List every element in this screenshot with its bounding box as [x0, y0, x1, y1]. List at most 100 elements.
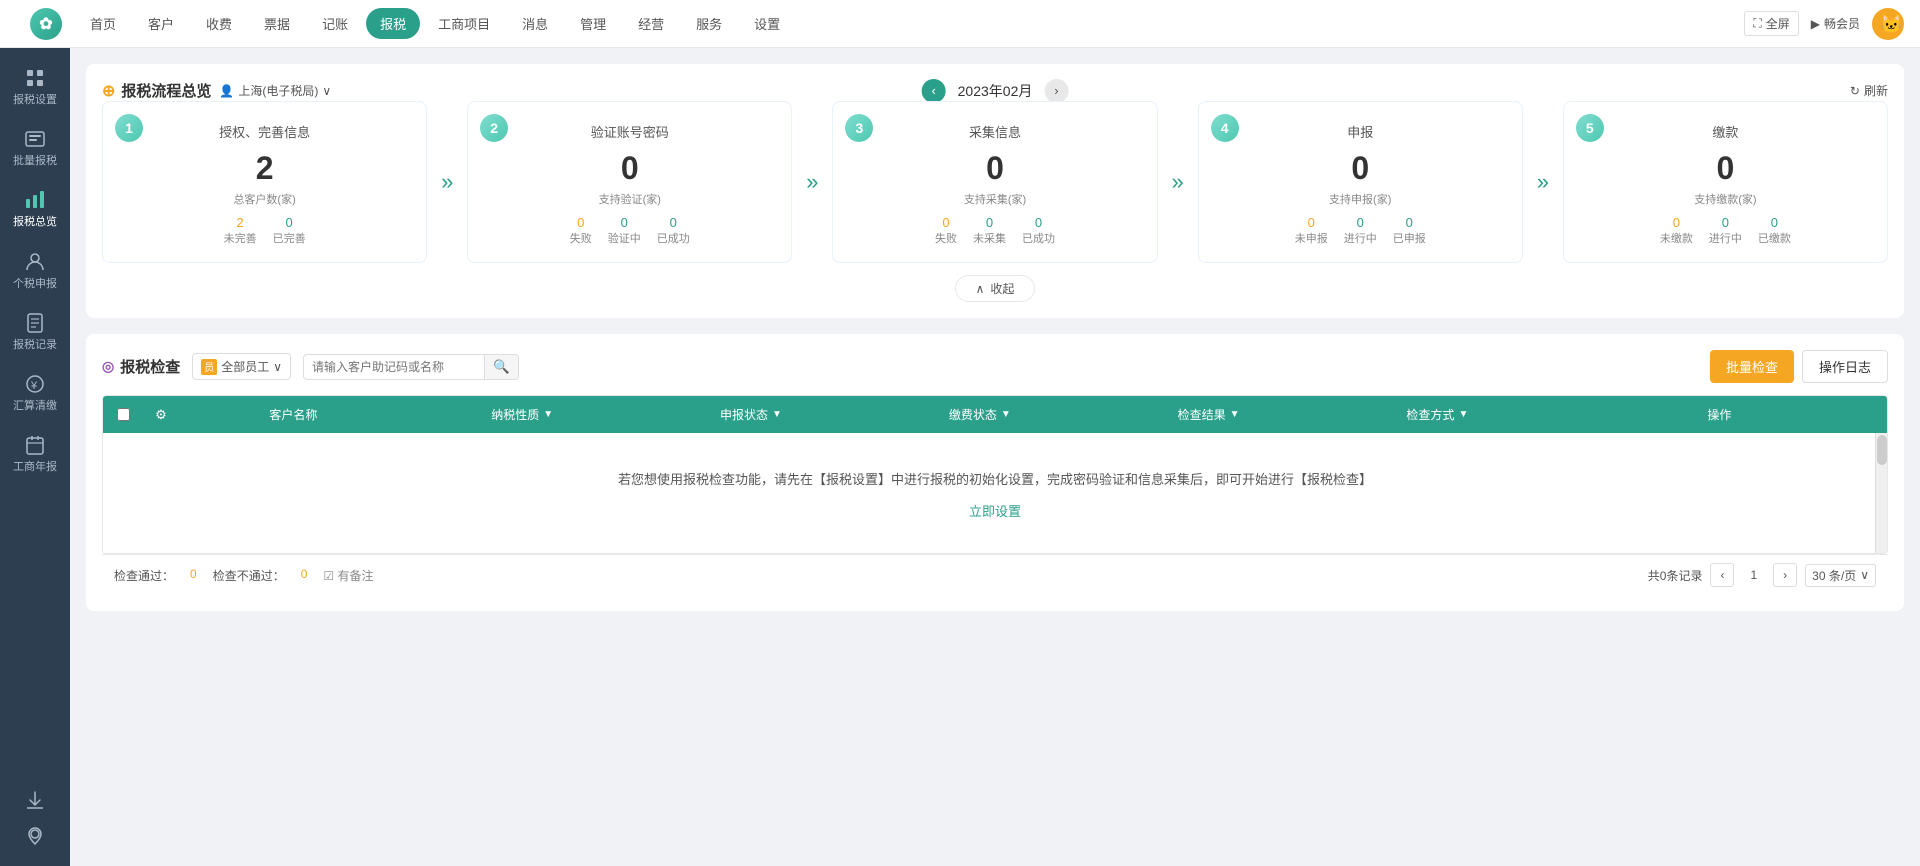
download-icon[interactable]	[21, 786, 49, 814]
th-customer-name: 客户名称	[179, 396, 408, 433]
sidebar-label-settlement: 汇算清缴	[13, 400, 57, 413]
prev-month-button[interactable]: ‹	[922, 79, 946, 103]
nav-customer[interactable]: 客户	[134, 8, 188, 39]
step-big-num-4: 0	[1215, 149, 1506, 187]
header-checkbox[interactable]	[103, 398, 143, 431]
nav-home[interactable]: 首页	[76, 8, 130, 39]
nav-operations[interactable]: 经营	[624, 8, 678, 39]
filter-icon-4[interactable]: ▼	[1230, 409, 1240, 420]
scrollbar-thumb[interactable]	[1877, 435, 1887, 465]
sidebar-item-annual-report[interactable]: 工商年报	[0, 423, 70, 484]
step-sub-4: 支持申报(家)	[1215, 191, 1506, 207]
filter-icon-1[interactable]: ▼	[543, 409, 553, 420]
setup-link[interactable]: 立即设置	[618, 501, 1372, 520]
collapse-button[interactable]: ∧ 收起	[955, 275, 1036, 302]
next-month-button[interactable]: ›	[1044, 79, 1068, 103]
th-check-result: 检查结果 ▼	[1094, 396, 1323, 433]
nav-messages[interactable]: 消息	[508, 8, 562, 39]
logo-icon: ✿	[30, 8, 62, 40]
step-stat-5-0: 0 未缴款	[1660, 215, 1693, 246]
step-card-5: 5 缴款 0 支持缴款(家) 0 未缴款 0 进行中	[1563, 101, 1888, 263]
step-stat-num-4-0: 0	[1295, 215, 1328, 230]
step-title-1: 授权、完善信息	[119, 118, 410, 141]
nav-right: ⛶ 全屏 ▶ 畅会员 🐱	[1744, 8, 1904, 40]
sidebar-item-tax-settings[interactable]: 报税设置	[0, 56, 70, 117]
employee-chevron-icon: ∨	[273, 360, 282, 374]
collapse-bar: ∧ 收起	[102, 275, 1888, 302]
filter-icon-2[interactable]: ▼	[772, 409, 782, 420]
per-page-selector[interactable]: 30 条/页 ∨	[1805, 564, 1876, 587]
step-num-1: 1	[115, 114, 143, 142]
nav-management[interactable]: 管理	[566, 8, 620, 39]
header-gear[interactable]: ⚙	[143, 397, 179, 433]
member-button[interactable]: ▶ 畅会员	[1811, 15, 1860, 32]
search-input[interactable]	[304, 356, 484, 378]
step-stat-label-5-1: 进行中	[1709, 230, 1742, 246]
check-header: ◎ 报税检查 员 全部员工 ∨ 🔍 批量检查 操作日志	[102, 350, 1888, 383]
nav-fees[interactable]: 收费	[192, 8, 246, 39]
step-stat-4-2: 0 已申报	[1393, 215, 1426, 246]
nav-tax[interactable]: 报税	[366, 8, 420, 39]
batch-check-button[interactable]: 批量检查	[1710, 350, 1794, 383]
location-icon[interactable]	[21, 822, 49, 850]
sidebar-label-tax-overview: 报税总览	[13, 216, 57, 229]
prev-page-button[interactable]: ‹	[1710, 563, 1734, 587]
filter-icon-3[interactable]: ▼	[1001, 409, 1011, 420]
main-layout: 报税设置 批量报税 报税总览	[0, 48, 1920, 866]
avatar: 🐱	[1872, 8, 1904, 40]
scrollbar[interactable]	[1875, 433, 1887, 553]
panel-title: ⊕ 报税流程总览	[102, 80, 211, 101]
filter-icon-5[interactable]: ▼	[1458, 409, 1468, 420]
nav-invoices[interactable]: 票据	[250, 8, 304, 39]
sidebar-item-batch-tax[interactable]: 批量报税	[0, 117, 70, 178]
check-actions: 批量检查 操作日志	[1710, 350, 1888, 383]
sidebar-item-individual-tax[interactable]: 个税申报	[0, 240, 70, 301]
step-sub-2: 支持验证(家)	[484, 191, 775, 207]
step-stat-1-0: 2 未完善	[224, 215, 257, 246]
search-button[interactable]: 🔍	[484, 355, 518, 379]
top-nav: ✿ 首页 客户 收费 票据 记账 报税 工商项目 消息 管理 经营 服务 设置 …	[0, 0, 1920, 48]
step-num-5: 5	[1576, 114, 1604, 142]
empty-message-text: 若您想使用报税检查功能，请先在【报税设置】中进行报税的初始化设置，完成密码验证和…	[618, 467, 1372, 493]
refresh-button[interactable]: ↻ 刷新	[1850, 82, 1888, 99]
fail-value[interactable]: 0	[301, 567, 308, 584]
step-title-5: 缴款	[1580, 118, 1871, 141]
empty-state: 若您想使用报税检查功能，请先在【报税设置】中进行报税的初始化设置，完成密码验证和…	[598, 437, 1392, 550]
pass-label: 检查通过：	[114, 567, 174, 584]
fullscreen-button[interactable]: ⛶ 全屏	[1744, 11, 1798, 36]
next-page-button[interactable]: ›	[1773, 563, 1797, 587]
per-page-chevron-icon: ∨	[1860, 568, 1869, 582]
select-all-checkbox[interactable]	[117, 408, 130, 421]
pass-value[interactable]: 0	[190, 567, 197, 584]
step-stat-label-5-0: 未缴款	[1660, 230, 1693, 246]
location-selector[interactable]: 👤 上海(电子税局) ∨	[219, 82, 331, 99]
step-stat-label-2-2: 已成功	[657, 230, 690, 246]
step-stat-num-5-0: 0	[1660, 215, 1693, 230]
sidebar-item-tax-overview[interactable]: 报税总览	[0, 178, 70, 239]
step-stat-label-3-2: 已成功	[1022, 230, 1055, 246]
check-panel: ◎ 报税检查 员 全部员工 ∨ 🔍 批量检查 操作日志	[86, 334, 1904, 611]
step-sub-5: 支持缴款(家)	[1580, 191, 1871, 207]
step-card-3: 3 采集信息 0 支持采集(家) 0 失败 0 未采集	[832, 101, 1157, 263]
sidebar-item-tax-record[interactable]: 报税记录	[0, 301, 70, 362]
employee-selector[interactable]: 员 全部员工 ∨	[192, 353, 291, 380]
nav-business[interactable]: 工商项目	[424, 8, 504, 39]
step-stat-2-1: 0 验证中	[608, 215, 641, 246]
step-num-2: 2	[480, 114, 508, 142]
table-footer: 检查通过： 0 检查不通过： 0 ☑ 有备注 共0条记录 ‹ 1 › 30 条/…	[102, 554, 1888, 595]
content: ⊕ 报税流程总览 👤 上海(电子税局) ∨ ‹ 2023年02月 › ↻ 刷新	[70, 48, 1920, 866]
step-big-num-1: 2	[119, 149, 410, 187]
step-arrow-2: »	[792, 169, 832, 195]
nav-service[interactable]: 服务	[682, 8, 736, 39]
step-stat-num-3-2: 0	[1022, 215, 1055, 230]
fullscreen-label: 全屏	[1766, 15, 1790, 32]
check-title: ◎ 报税检查	[102, 356, 180, 377]
operation-log-button[interactable]: 操作日志	[1802, 350, 1888, 383]
nav-settings[interactable]: 设置	[740, 8, 794, 39]
step-stat-5-1: 0 进行中	[1709, 215, 1742, 246]
step-stat-5-2: 0 已缴款	[1758, 215, 1791, 246]
sidebar-item-settlement[interactable]: ¥ 汇算清缴	[0, 362, 70, 423]
step-big-num-5: 0	[1580, 149, 1871, 187]
nav-bookkeeping[interactable]: 记账	[308, 8, 362, 39]
employee-icon: 员	[201, 359, 217, 375]
